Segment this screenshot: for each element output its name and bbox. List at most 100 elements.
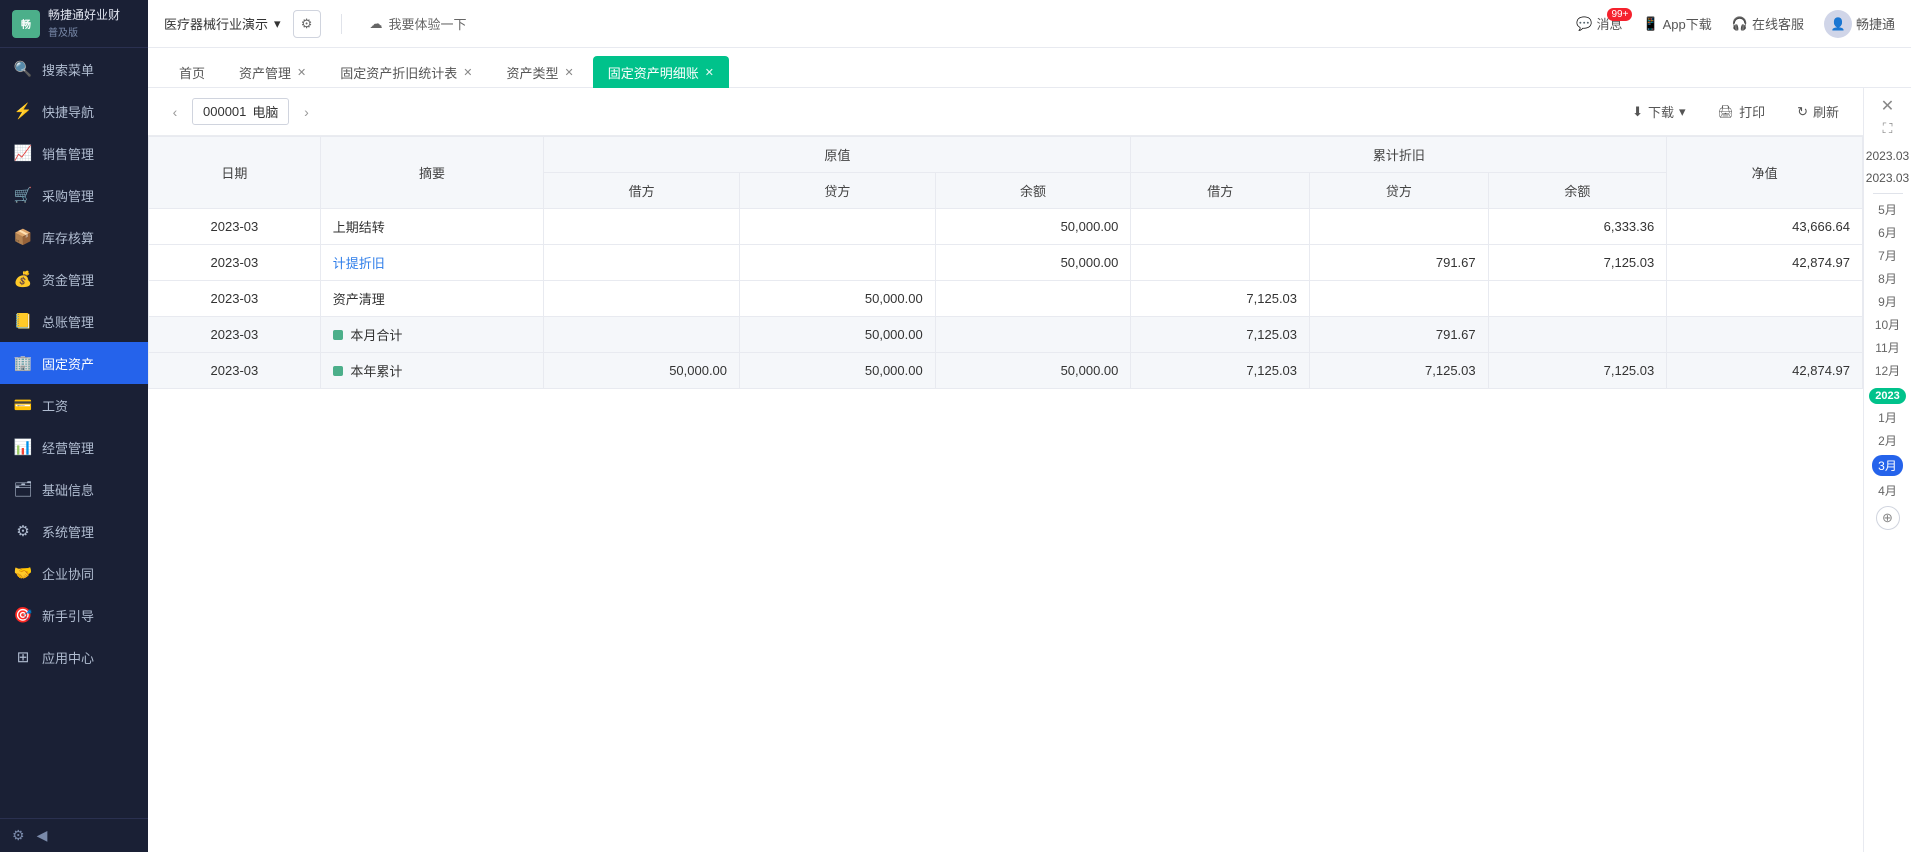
target-icon: 🎯: [12, 604, 34, 626]
cell-acc-balance: [1488, 281, 1667, 317]
user-button[interactable]: 👤 畅捷通: [1824, 10, 1895, 38]
sidebar-item-capital[interactable]: 💰 资金管理: [0, 258, 148, 300]
panel-month-2[interactable]: 2月: [1878, 432, 1897, 449]
tab-asset[interactable]: 资产管理 ✕: [224, 56, 321, 88]
col-date-header: 日期: [149, 137, 321, 209]
cell-debit: [544, 209, 740, 245]
panel-month-6[interactable]: 6月: [1878, 224, 1897, 241]
panel-month-11[interactable]: 11月: [1875, 339, 1899, 356]
col-accumulated-header: 累计折旧: [1131, 137, 1667, 173]
panel-month-12[interactable]: 12月: [1875, 362, 1900, 379]
message-button[interactable]: 💬 消息 99+: [1576, 14, 1622, 33]
service-button[interactable]: 🎧 在线客服: [1732, 14, 1804, 33]
panel-month-7[interactable]: 7月: [1878, 247, 1897, 264]
cell-acc-debit: [1131, 209, 1310, 245]
panel-expand-button[interactable]: ⛶: [1883, 120, 1893, 137]
sidebar-item-search[interactable]: 🔍 搜索菜单: [0, 48, 148, 90]
company-selector[interactable]: 医疗器械行业演示 ▾: [164, 14, 281, 33]
sidebar-item-salary[interactable]: 💳 工资: [0, 384, 148, 426]
settings-footer-icon[interactable]: ⚙: [12, 827, 25, 844]
collapse-button[interactable]: ◀: [37, 827, 48, 844]
asset-navigator: ‹ 000001 电脑 ›: [164, 98, 317, 125]
summary-link[interactable]: 计提折旧: [333, 256, 385, 271]
search-icon: 🔍: [12, 58, 34, 80]
sidebar-item-basic[interactable]: 🗂 基础信息: [0, 468, 148, 510]
panel-nav-down[interactable]: ⊕: [1876, 506, 1900, 530]
app-download-button[interactable]: 📱 App下载: [1642, 14, 1711, 33]
printer-icon: 🖨: [1718, 104, 1735, 120]
message-badge: 99+: [1607, 8, 1632, 21]
sidebar-item-label: 销售管理: [42, 144, 94, 163]
print-label: 打印: [1739, 102, 1765, 121]
table-row: 2023-03 上期结转 50,000.00 6,333.36 43,666.6…: [149, 209, 1863, 245]
close-icon[interactable]: ✕: [297, 66, 306, 79]
cell-date: 2023-03: [149, 245, 321, 281]
next-asset-button[interactable]: ›: [295, 101, 317, 123]
page-content: ‹ 000001 电脑 › ⬇ 下载 ▾ 🖨 打印: [148, 88, 1863, 852]
sidebar-item-fixed[interactable]: 🏢 固定资产: [0, 342, 148, 384]
sidebar-item-coop[interactable]: 🤝 企业协同: [0, 552, 148, 594]
sidebar-item-label: 总账管理: [42, 312, 94, 331]
sidebar-item-label: 经营管理: [42, 438, 94, 457]
book-icon: 📒: [12, 310, 34, 332]
close-icon[interactable]: ✕: [565, 66, 574, 79]
sidebar-item-quicknav[interactable]: ⚡ 快捷导航: [0, 90, 148, 132]
asset-code: 000001: [203, 104, 246, 119]
phone-icon: 📱: [1642, 16, 1658, 32]
cell-credit: [740, 245, 936, 281]
sidebar-item-label: 快捷导航: [42, 102, 94, 121]
close-icon[interactable]: ✕: [705, 66, 714, 79]
cell-acc-credit: [1310, 281, 1489, 317]
col-acc-debit-header: 借方: [1131, 173, 1310, 209]
close-icon[interactable]: ✕: [463, 66, 472, 79]
experience-button[interactable]: ☁ 我要体验一下: [370, 14, 467, 33]
panel-month-10[interactable]: 10月: [1875, 316, 1900, 333]
col-balance-header: 余额: [935, 173, 1131, 209]
operation-icon: 📊: [12, 436, 34, 458]
prev-asset-button[interactable]: ‹: [164, 101, 186, 123]
cell-debit: [544, 317, 740, 353]
tab-label: 固定资产明细账: [608, 63, 699, 82]
app-name: 畅捷通好业财: [48, 8, 120, 24]
sidebar-item-apps[interactable]: ⊞ 应用中心: [0, 636, 148, 678]
sidebar-item-guide[interactable]: 🎯 新手引导: [0, 594, 148, 636]
sidebar: 畅 畅捷通好业财 普及版 🔍 搜索菜单 ⚡ 快捷导航 📈 销售管理 🛒 采购管理…: [0, 0, 148, 852]
dropdown-icon: ▾: [1679, 104, 1686, 120]
sidebar-item-sales[interactable]: 📈 销售管理: [0, 132, 148, 174]
gear-icon: ⚙: [12, 520, 34, 542]
topbar-settings-button[interactable]: ⚙: [293, 10, 321, 38]
asset-info: 000001 电脑: [192, 98, 289, 125]
cell-summary: 资产清理: [320, 281, 544, 317]
settings-icon: ⚙: [301, 16, 313, 32]
tab-assettype[interactable]: 资产类型 ✕: [491, 56, 588, 88]
detail-table-wrap: 日期 摘要 原值 累计折旧 净值 借方 贷方 余额 借方 贷方 余额: [148, 136, 1863, 852]
print-button[interactable]: 🖨 打印: [1710, 98, 1774, 125]
tab-home[interactable]: 首页: [164, 56, 220, 88]
cell-debit: [544, 281, 740, 317]
tab-detail[interactable]: 固定资产明细账 ✕: [593, 56, 729, 88]
sidebar-item-system[interactable]: ⚙ 系统管理: [0, 510, 148, 552]
headset-icon: 🎧: [1732, 16, 1748, 32]
app-logo: 畅 畅捷通好业财 普及版: [0, 0, 148, 48]
download-label: 下载: [1648, 102, 1674, 121]
sidebar-item-purchase[interactable]: 🛒 采购管理: [0, 174, 148, 216]
refresh-icon: ↻: [1797, 104, 1808, 120]
panel-month-3[interactable]: 3月: [1872, 455, 1903, 476]
download-button[interactable]: ⬇ 下载 ▾: [1624, 98, 1693, 125]
panel-month-1[interactable]: 1月: [1878, 409, 1897, 426]
sidebar-item-inventory[interactable]: 📦 库存核算: [0, 216, 148, 258]
sidebar-item-operation[interactable]: 📊 经营管理: [0, 426, 148, 468]
sidebar-item-ledger[interactable]: 📒 总账管理: [0, 300, 148, 342]
panel-month-8[interactable]: 8月: [1878, 270, 1897, 287]
main-area: 医疗器械行业演示 ▾ ⚙ ☁ 我要体验一下 💬 消息 99+ 📱 App下载 🎧…: [148, 0, 1911, 852]
panel-month-4[interactable]: 4月: [1878, 482, 1897, 499]
panel-month-9[interactable]: 9月: [1878, 293, 1897, 310]
tab-depreciation[interactable]: 固定资产折旧统计表 ✕: [325, 56, 487, 88]
panel-month-5[interactable]: 5月: [1878, 201, 1897, 218]
lightning-icon: ⚡: [12, 100, 34, 122]
panel-close-button[interactable]: ✕: [1881, 96, 1894, 116]
col-net-header: 净值: [1667, 137, 1863, 209]
cell-acc-credit: 7,125.03: [1310, 353, 1489, 389]
cell-date: 2023-03: [149, 281, 321, 317]
refresh-button[interactable]: ↻ 刷新: [1789, 98, 1847, 125]
